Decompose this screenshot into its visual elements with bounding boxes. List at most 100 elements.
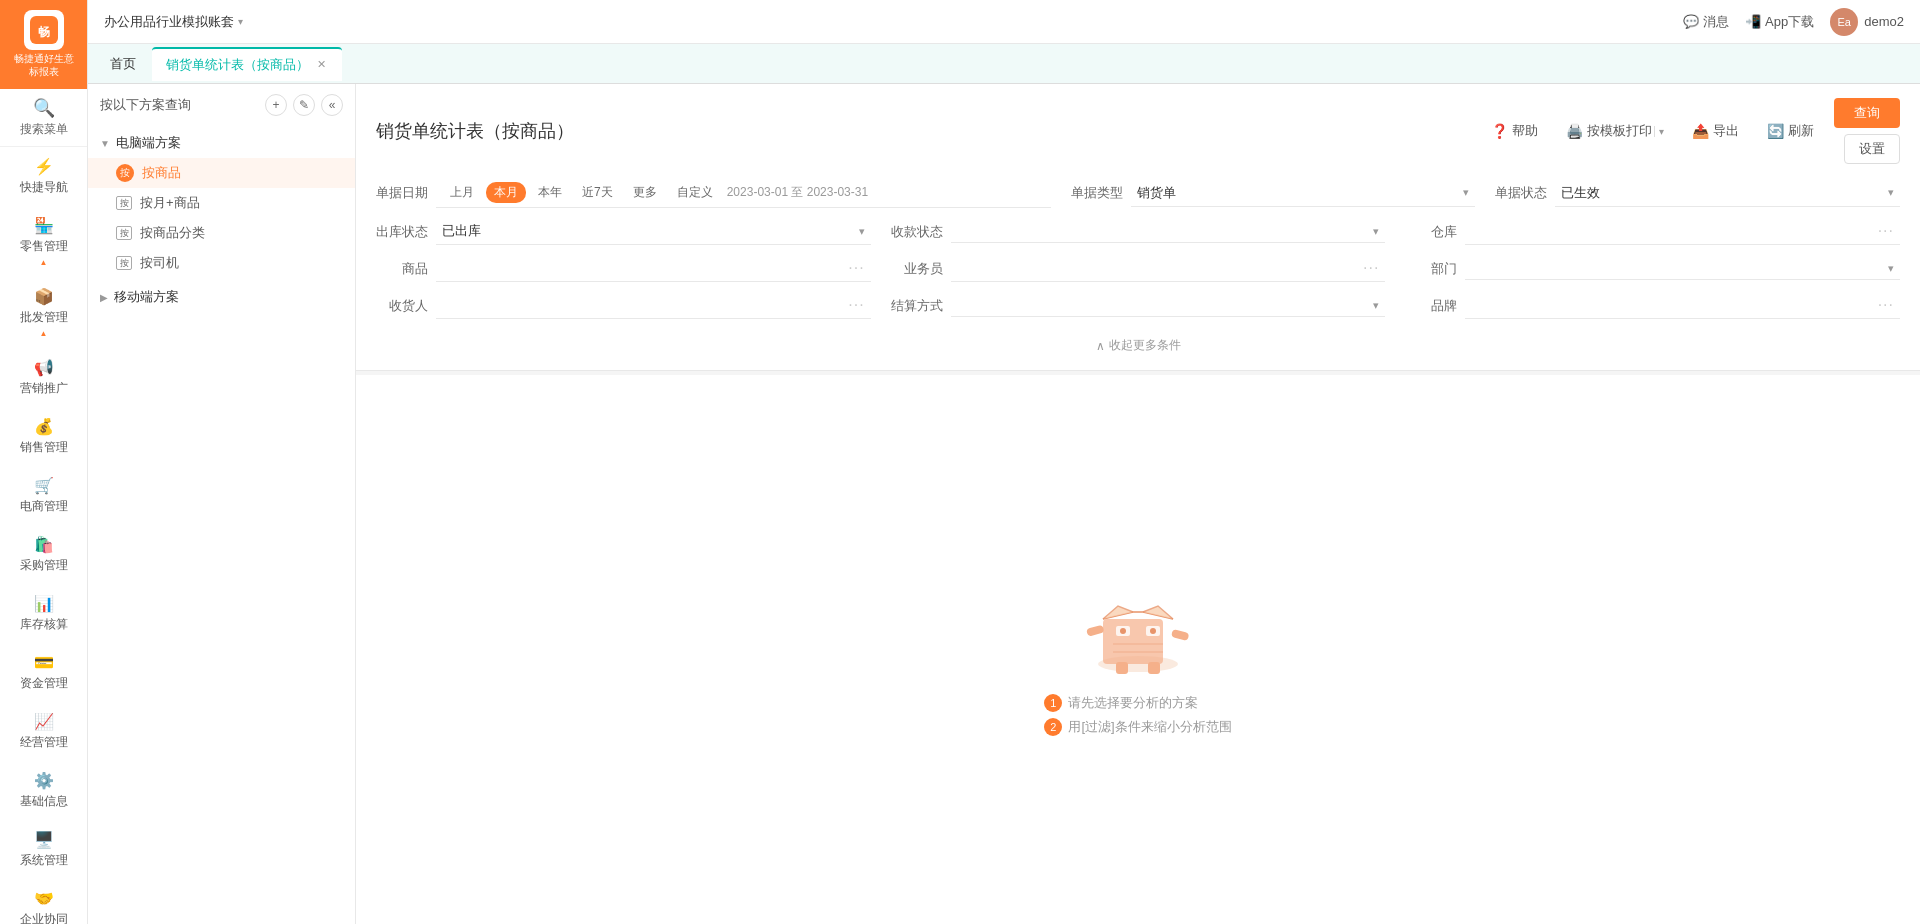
product-label: 商品 — [376, 260, 436, 278]
scheme-item-by-cashier[interactable]: 按 按司机 — [88, 248, 355, 278]
warehouse-control[interactable]: ··· — [1465, 218, 1900, 245]
out-status-chevron-icon: ▾ — [859, 225, 865, 238]
scheme-item-by-product-label: 按商品 — [142, 164, 181, 182]
sidebar-item-inventory[interactable]: 📊 库存核算 — [0, 584, 87, 643]
sidebar-item-corp[interactable]: 🤝 企业协同 — [0, 879, 87, 924]
query-button[interactable]: 查询 — [1834, 98, 1900, 128]
sidebar-item-shortcut-label: 快捷导航 — [20, 179, 68, 196]
message-btn[interactable]: 💬 消息 — [1683, 13, 1729, 31]
svg-point-7 — [1150, 628, 1156, 634]
filter-warehouse: 仓库 ··· — [1405, 218, 1900, 245]
tab-close-icon[interactable]: ✕ — [315, 57, 328, 72]
product-control[interactable]: ··· — [436, 255, 871, 282]
date-tab-this-year[interactable]: 本年 — [530, 182, 570, 203]
svg-point-6 — [1120, 628, 1126, 634]
industry-selector[interactable]: 办公用品行业模拟账套 ▾ — [104, 13, 243, 31]
payment-status-label: 收款状态 — [891, 223, 951, 241]
filter-row-1: 单据日期 上月 本月 本年 近7天 更多 自定义 2023-03-01 至 20… — [376, 178, 1900, 208]
sidebar-search[interactable]: 🔍 搜索菜单 — [0, 89, 87, 147]
filter-brand: 品牌 ··· — [1405, 292, 1900, 319]
filter-section: 销货单统计表（按商品） ❓ 帮助 🖨️ 按模板打印 ▾ — [356, 84, 1920, 371]
logo-icon: 畅 — [24, 10, 64, 50]
svg-text:畅: 畅 — [38, 25, 50, 39]
scheme-group-pc-label: 电脑端方案 — [116, 134, 181, 152]
export-icon: 📤 — [1692, 123, 1709, 139]
date-tab-this-month[interactable]: 本月 — [486, 182, 526, 203]
page-title-actions: ❓ 帮助 🖨️ 按模板打印 ▾ 📤 导出 — [1483, 98, 1900, 164]
print-chevron-icon[interactable]: ▾ — [1654, 126, 1664, 137]
user-profile[interactable]: Ea demo2 — [1830, 8, 1904, 36]
page-title: 销货单统计表（按商品） — [376, 119, 574, 143]
sidebar-item-shortcut[interactable]: ⚡ 快捷导航 — [0, 147, 87, 206]
salesperson-control[interactable]: ··· — [951, 255, 1386, 282]
left-panel-header: 按以下方案查询 + ✎ « — [88, 94, 355, 124]
sidebar-item-finance[interactable]: 💳 资金管理 — [0, 643, 87, 702]
sidebar-item-corp-label: 企业协同 — [20, 911, 68, 924]
filter-row-2: 出库状态 已出库 ▾ 收款状态 ▾ 仓库 — [376, 218, 1900, 245]
scheme-group-mobile: ▶ 移动端方案 — [88, 282, 355, 312]
tab-home[interactable]: 首页 — [96, 47, 150, 81]
export-btn[interactable]: 📤 导出 — [1684, 118, 1747, 144]
brand-control[interactable]: ··· — [1465, 292, 1900, 319]
print-btn[interactable]: 🖨️ 按模板打印 ▾ — [1558, 118, 1672, 144]
doc-status-control[interactable]: 已生效 ▾ — [1555, 180, 1900, 207]
recipient-control[interactable]: ··· — [436, 292, 871, 319]
settings-button[interactable]: 设置 — [1844, 134, 1900, 164]
app-download-btn[interactable]: 📲 App下载 — [1745, 13, 1814, 31]
sidebar-item-inventory-label: 库存核算 — [20, 616, 68, 633]
payment-status-chevron-icon: ▾ — [1373, 225, 1379, 238]
edit-scheme-btn[interactable]: ✎ — [293, 94, 315, 116]
avatar: Ea — [1830, 8, 1858, 36]
svg-rect-10 — [1116, 662, 1128, 674]
sidebar-item-ops[interactable]: 📈 经营管理 — [0, 702, 87, 761]
scheme-item-by-month-product[interactable]: 按 按月+商品 — [88, 188, 355, 218]
doc-type-control[interactable]: 销货单 ▾ — [1131, 180, 1476, 207]
sidebar-item-system[interactable]: 🖥️ 系统管理 — [0, 820, 87, 879]
collapse-panel-btn[interactable]: « — [321, 94, 343, 116]
message-label: 消息 — [1703, 13, 1729, 31]
empty-illustration — [1078, 564, 1198, 684]
empty-tip-2-text: 用[过滤]条件来缩小分析范围 — [1068, 718, 1231, 736]
add-scheme-btn[interactable]: + — [265, 94, 287, 116]
sidebar-item-base[interactable]: ⚙️ 基础信息 — [0, 761, 87, 820]
app-logo[interactable]: 畅 畅捷通好生意 标报表 — [0, 0, 87, 89]
sidebar-item-purchase-label: 采购管理 — [20, 557, 68, 574]
sidebar-item-ecom[interactable]: 🛒 电商管理 — [0, 466, 87, 525]
refresh-btn[interactable]: 🔄 刷新 — [1759, 118, 1822, 144]
out-status-control[interactable]: 已出库 ▾ — [436, 218, 871, 245]
industry-chevron-icon: ▾ — [238, 16, 243, 27]
sidebar-item-retail[interactable]: 🏪 零售管理 — [0, 206, 87, 277]
sidebar-item-purchase[interactable]: 🛍️ 采购管理 — [0, 525, 87, 584]
left-panel: 按以下方案查询 + ✎ « ▼ 电脑端方案 — [88, 84, 356, 924]
left-panel-actions: + ✎ « — [265, 94, 343, 116]
scheme-group-mobile-label: 移动端方案 — [114, 288, 179, 306]
collapse-conditions-btn[interactable]: ∧ 收起更多条件 — [376, 329, 1900, 362]
filter-row-3: 商品 ··· 业务员 ··· 部门 — [376, 255, 1900, 282]
tab-sales-stat[interactable]: 销货单统计表（按商品） ✕ — [152, 47, 342, 81]
scheme-item-by-product[interactable]: 按 按商品 — [88, 158, 355, 188]
scheme-group-mobile-title[interactable]: ▶ 移动端方案 — [88, 282, 355, 312]
help-btn[interactable]: ❓ 帮助 — [1483, 118, 1546, 144]
date-tab-last-month[interactable]: 上月 — [442, 182, 482, 203]
filter-settlement: 结算方式 ▾ — [891, 295, 1386, 317]
sidebar-item-marketing[interactable]: 📢 营销推广 — [0, 348, 87, 407]
date-tab-custom[interactable]: 自定义 — [669, 182, 721, 203]
sidebar: 畅 畅捷通好生意 标报表 🔍 搜索菜单 ⚡ 快捷导航 🏪 零售管理 📦 批发管理… — [0, 0, 88, 924]
sidebar-item-sales[interactable]: 💰 销售管理 — [0, 407, 87, 466]
refresh-label: 刷新 — [1788, 122, 1814, 140]
date-tab-more[interactable]: 更多 — [625, 182, 665, 203]
date-range: 2023-03-01 至 2023-03-31 — [727, 184, 868, 201]
right-area: 销货单统计表（按商品） ❓ 帮助 🖨️ 按模板打印 ▾ — [356, 84, 1920, 924]
date-tab-7days[interactable]: 近7天 — [574, 182, 621, 203]
doc-status-value: 已生效 — [1561, 184, 1600, 202]
warehouse-dots-icon: ··· — [1878, 222, 1894, 240]
payment-status-control[interactable]: ▾ — [951, 221, 1386, 243]
warehouse-label: 仓库 — [1405, 223, 1465, 241]
scheme-group-pc-title[interactable]: ▼ 电脑端方案 — [88, 128, 355, 158]
sidebar-item-ecom-label: 电商管理 — [20, 498, 68, 515]
settlement-control[interactable]: ▾ — [951, 295, 1386, 317]
doc-type-value: 销货单 — [1137, 184, 1176, 202]
scheme-item-by-category[interactable]: 按 按商品分类 — [88, 218, 355, 248]
dept-control[interactable]: ▾ — [1465, 258, 1900, 280]
sidebar-item-wholesale[interactable]: 📦 批发管理 — [0, 277, 87, 348]
